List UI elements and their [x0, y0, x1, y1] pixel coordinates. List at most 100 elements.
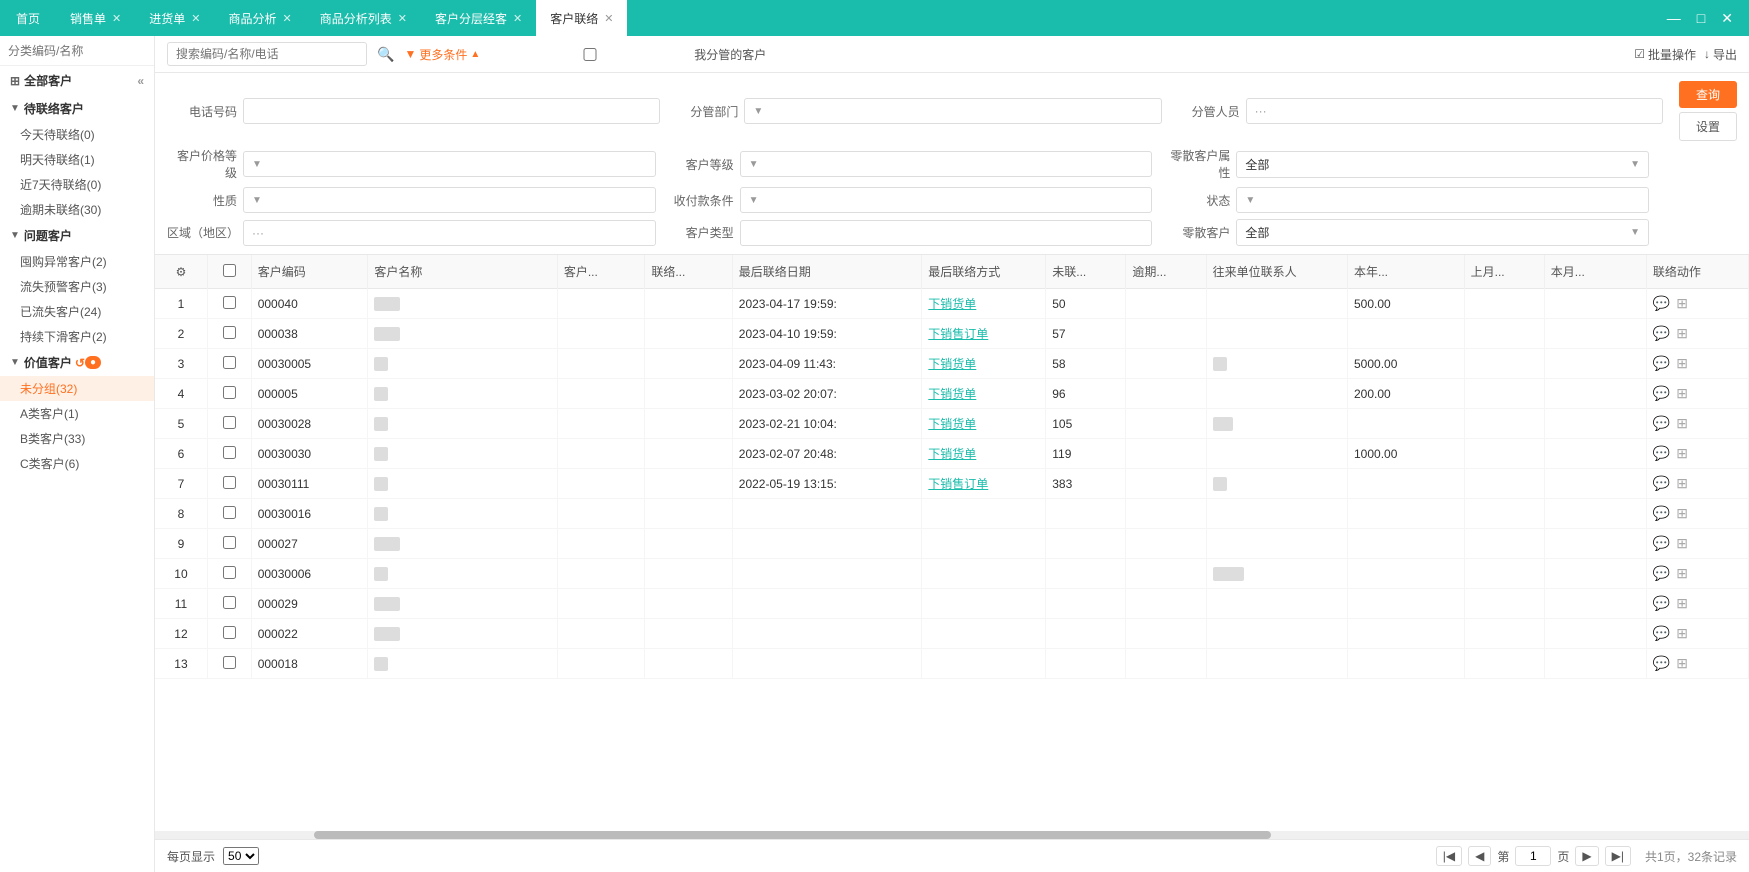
cell-check[interactable]	[207, 589, 251, 619]
row-checkbox[interactable]	[223, 506, 236, 519]
tab-sales[interactable]: 销售单 ✕	[56, 0, 135, 36]
last-page-btn[interactable]: ▶|	[1605, 846, 1631, 866]
sidebar-collapse-icon[interactable]: «	[137, 74, 144, 88]
cell-last-method[interactable]: 下销货单	[922, 379, 1046, 409]
cell-last-method[interactable]: 下销售订单	[922, 319, 1046, 349]
last-method-link[interactable]: 下销货单	[928, 417, 976, 431]
tab-customer-segment[interactable]: 客户分层经客 ✕	[421, 0, 536, 36]
cell-check[interactable]	[207, 319, 251, 349]
cell-last-method[interactable]: 下销货单	[922, 349, 1046, 379]
cell-check[interactable]	[207, 439, 251, 469]
last-method-link[interactable]: 下销售订单	[928, 327, 988, 341]
last-method-link[interactable]: 下销售订单	[928, 477, 988, 491]
message-icon[interactable]: 💬	[1653, 445, 1670, 462]
filter-status-select[interactable]: ▼	[1236, 187, 1649, 213]
row-checkbox[interactable]	[223, 656, 236, 669]
sidebar-item-churned[interactable]: 已流失客户(24)	[0, 299, 154, 324]
grid-action-icon[interactable]: ⊞	[1676, 475, 1688, 492]
filter-nature-select[interactable]: ▼	[243, 187, 656, 213]
sidebar-item-class-a[interactable]: A类客户(1)	[0, 401, 154, 426]
query-button[interactable]: 查询	[1679, 81, 1737, 108]
cell-check[interactable]	[207, 649, 251, 679]
filter-manager-select[interactable]: ···	[1246, 98, 1663, 124]
message-icon[interactable]: 💬	[1653, 415, 1670, 432]
sidebar-item-today[interactable]: 今天待联络(0)	[0, 122, 154, 147]
filter-payment-select[interactable]: ▼	[740, 187, 1153, 213]
filter-phone-input[interactable]	[243, 98, 660, 124]
sidebar-item-class-c[interactable]: C类客户(6)	[0, 451, 154, 476]
page-input[interactable]	[1515, 846, 1551, 866]
search-icon[interactable]: 🔍	[377, 46, 394, 63]
cell-last-method[interactable]: 下销货单	[922, 439, 1046, 469]
sidebar-item-overdue[interactable]: 逾期未联络(30)	[0, 197, 154, 222]
message-icon[interactable]: 💬	[1653, 595, 1670, 612]
horizontal-scrollbar-thumb[interactable]	[314, 831, 1270, 839]
sidebar-value-group[interactable]: ▼ 价值客户 ↺ ●	[0, 349, 154, 376]
tab-customer-contact-close[interactable]: ✕	[604, 12, 613, 25]
grid-action-icon[interactable]: ⊞	[1676, 655, 1688, 672]
grid-action-icon[interactable]: ⊞	[1676, 595, 1688, 612]
row-checkbox[interactable]	[223, 566, 236, 579]
sidebar-search-input[interactable]	[8, 44, 155, 58]
sidebar-item-tomorrow[interactable]: 明天待联络(1)	[0, 147, 154, 172]
reset-button[interactable]: 设置	[1679, 112, 1737, 141]
grid-action-icon[interactable]: ⊞	[1676, 565, 1688, 582]
maximize-btn[interactable]: □	[1689, 10, 1713, 26]
last-method-link[interactable]: 下销货单	[928, 357, 976, 371]
search-input[interactable]	[167, 42, 367, 66]
message-icon[interactable]: 💬	[1653, 475, 1670, 492]
batch-operation-btn[interactable]: ☑ 批量操作	[1634, 46, 1696, 63]
th-settings[interactable]: ⚙	[155, 255, 207, 289]
message-icon[interactable]: 💬	[1653, 505, 1670, 522]
tab-purchase-close[interactable]: ✕	[191, 12, 200, 25]
cell-last-method[interactable]: 下销货单	[922, 409, 1046, 439]
message-icon[interactable]: 💬	[1653, 655, 1670, 672]
sidebar-item-7days[interactable]: 近7天待联络(0)	[0, 172, 154, 197]
tab-product-analysis-list-close[interactable]: ✕	[398, 12, 407, 25]
tab-product-analysis-list[interactable]: 商品分析列表 ✕	[306, 0, 421, 36]
sidebar-item-declining[interactable]: 持续下滑客户(2)	[0, 324, 154, 349]
select-all-checkbox[interactable]	[223, 264, 236, 277]
grid-action-icon[interactable]: ⊞	[1676, 535, 1688, 552]
prev-page-btn[interactable]: ◀	[1468, 846, 1491, 866]
row-checkbox[interactable]	[223, 356, 236, 369]
message-icon[interactable]: 💬	[1653, 385, 1670, 402]
message-icon[interactable]: 💬	[1653, 565, 1670, 582]
last-method-link[interactable]: 下销货单	[928, 447, 976, 461]
cell-check[interactable]	[207, 529, 251, 559]
cell-check[interactable]	[207, 619, 251, 649]
row-checkbox[interactable]	[223, 536, 236, 549]
cell-check[interactable]	[207, 499, 251, 529]
sidebar-all-customers[interactable]: ⊞ 全部客户 «	[0, 66, 154, 95]
row-checkbox[interactable]	[223, 596, 236, 609]
filter-customer-level-select[interactable]: ▼	[740, 151, 1153, 177]
grid-action-icon[interactable]: ⊞	[1676, 445, 1688, 462]
my-customers-checkbox[interactable]	[490, 48, 690, 61]
grid-action-icon[interactable]: ⊞	[1676, 295, 1688, 312]
tab-customer-segment-close[interactable]: ✕	[513, 12, 522, 25]
sidebar-item-hoard[interactable]: 囤购异常客户(2)	[0, 249, 154, 274]
grid-action-icon[interactable]: ⊞	[1676, 325, 1688, 342]
cell-check[interactable]	[207, 289, 251, 319]
tab-sales-close[interactable]: ✕	[112, 12, 121, 25]
filter-region-select[interactable]: ···	[243, 220, 656, 246]
grid-action-icon[interactable]: ⊞	[1676, 385, 1688, 402]
filter-retail-customer-select[interactable]: 全部 ▼	[1236, 219, 1649, 246]
row-checkbox[interactable]	[223, 296, 236, 309]
tab-product-analysis-close[interactable]: ✕	[283, 12, 292, 25]
row-checkbox[interactable]	[223, 416, 236, 429]
filter-retail-attr-select[interactable]: 全部 ▼	[1236, 151, 1649, 178]
sidebar-pending-group[interactable]: ▼ 待联络客户	[0, 95, 154, 122]
cell-last-method[interactable]: 下销售订单	[922, 469, 1046, 499]
grid-action-icon[interactable]: ⊞	[1676, 355, 1688, 372]
cell-check[interactable]	[207, 409, 251, 439]
filter-dept-select[interactable]: ▼	[744, 98, 1161, 124]
filter-price-level-select[interactable]: ▼	[243, 151, 656, 177]
cell-check[interactable]	[207, 559, 251, 589]
message-icon[interactable]: 💬	[1653, 355, 1670, 372]
tab-product-analysis[interactable]: 商品分析 ✕	[214, 0, 305, 36]
cell-check[interactable]	[207, 349, 251, 379]
tab-home[interactable]: 首页	[0, 0, 56, 36]
per-page-select[interactable]: 50	[223, 847, 259, 865]
horizontal-scrollbar[interactable]	[155, 831, 1749, 839]
